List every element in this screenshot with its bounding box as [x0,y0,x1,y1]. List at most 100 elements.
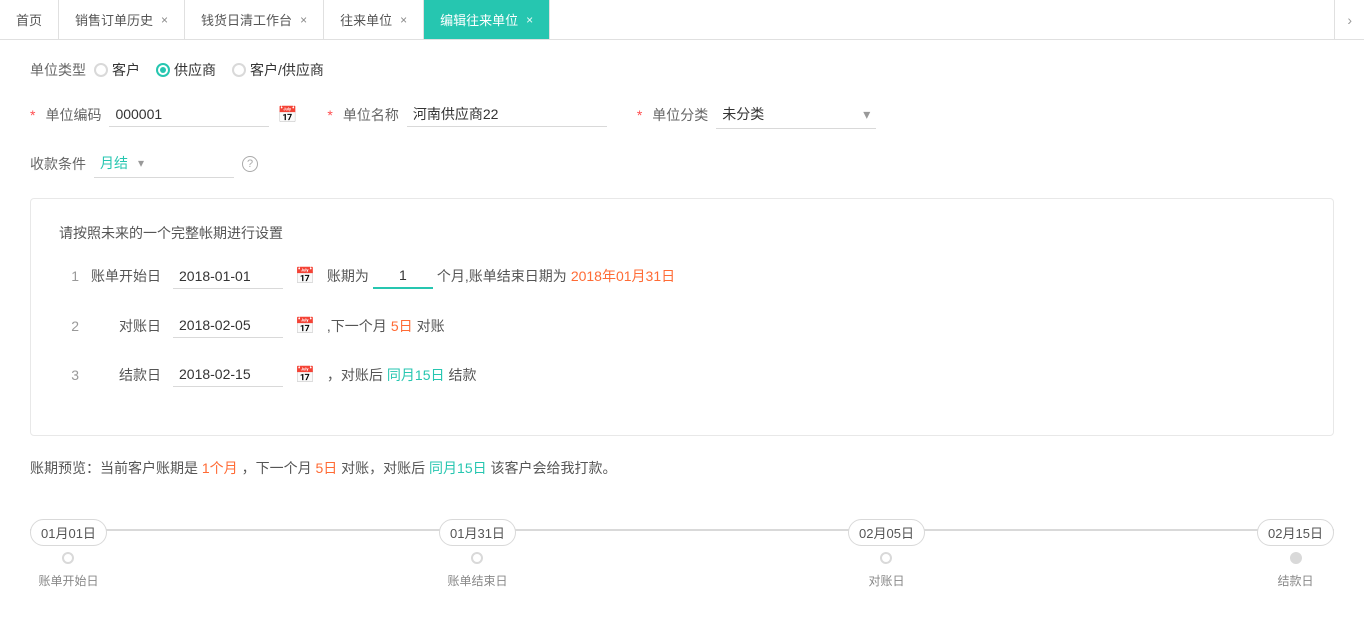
unit-info-row: * 单位编码 📅 * 单位名称 * 单位分类 未分类 ▾ [30,100,1334,129]
row-3-desc-prefix: ，对账后 [327,365,383,385]
radio-supplier-label: 供应商 [174,60,216,80]
tab-cash-work-label: 钱货日清工作台 [201,10,292,29]
timeline-dot-1 [471,552,483,564]
section-title: 请按照未来的一个完整帐期进行设置 [59,223,1305,243]
radio-supplier-circle [156,63,170,77]
radio-supplier[interactable]: 供应商 [156,60,216,80]
unit-code-label: 单位编码 [45,105,101,125]
unit-type-label: 单位类型 [30,60,86,80]
unit-name-label: 单位名称 [343,105,399,125]
row-3-desc-suffix: 结款 [449,365,477,385]
preview-part2: 5日 [315,460,337,476]
preview-suffix: 该客户会给我打款。 [491,460,617,476]
unit-code-star: * [30,107,35,123]
chevron-right-icon: › [1347,12,1352,28]
timeline-dot-0 [62,552,74,564]
payment-value: 月结 [100,153,128,173]
row-3-highlight: 同月15日 [387,365,445,385]
timeline-point-0: 01月01日 账单开始日 [30,519,107,589]
payment-help-icon[interactable]: ? [242,156,258,172]
timeline-name-2: 对账日 [868,572,904,589]
row-label-2: 对账日 [91,316,161,336]
tab-edit-partner[interactable]: 编辑往来单位 × [424,0,550,39]
unit-category-dropdown-icon: ▾ [863,106,870,123]
row-2-desc: ,下一个月 5日 对账 [327,316,445,336]
preview-mid1: ，下一个月 [242,460,312,476]
tab-sales-history[interactable]: 销售订单历史 × [59,0,185,39]
unit-name-star: * [327,107,332,123]
tabs-bar: 首页 销售订单历史 × 钱货日清工作台 × 往来单位 × 编辑往来单位 × › [0,0,1364,40]
row-num-3: 3 [59,367,79,383]
tab-edit-partner-close[interactable]: × [526,13,533,27]
row-1-desc-suffix: 个月,账单结束日期为 [437,266,567,286]
timeline-name-0: 账单开始日 [38,572,98,589]
timeline-badge-2: 02月05日 [848,519,925,546]
row-3-desc: ，对账后 同月15日 结款 [327,365,477,385]
start-date-calendar-icon[interactable]: 📅 [295,266,315,286]
row-label-3: 结款日 [91,365,161,385]
preview-text: 账期预览：当前客户账期是 1个月 ，下一个月 5日 对账，对账后 同月15日 该… [30,456,1334,481]
row-1-desc-prefix: 账期为 [327,266,369,286]
timeline-point-2: 02月05日 对账日 [848,519,925,589]
row-num-1: 1 [59,268,79,284]
reconcile-date-input[interactable] [173,313,283,338]
timeline-point-1: 01月31日 账单结束日 [439,519,516,589]
unit-code-input[interactable] [109,102,269,127]
unit-code-calendar-icon[interactable]: 📅 [277,105,297,125]
tab-sales-history-label: 销售订单历史 [75,10,153,29]
preview-mid2: 对账，对账后 [341,460,425,476]
tab-home-label: 首页 [16,10,42,29]
row-1-highlight: 2018年01月31日 [571,266,675,286]
timeline-point-3: 02月15日 结款日 [1257,519,1334,589]
radio-customer-circle [94,63,108,77]
timeline-dot-2 [880,552,892,564]
payment-date-input[interactable] [173,362,283,387]
tab-partner[interactable]: 往来单位 × [324,0,424,39]
radio-customer-label: 客户 [112,60,140,80]
preview-prefix: 账期预览：当前客户账期是 [30,460,198,476]
settings-section: 请按照未来的一个完整帐期进行设置 1 账单开始日 📅 账期为 个月,账单结束日期… [30,198,1334,436]
reconcile-date-calendar-icon[interactable]: 📅 [295,316,315,336]
unit-name-group: * 单位名称 [327,102,606,127]
payment-select[interactable]: 月结 ▾ [94,149,234,178]
preview-part3: 同月15日 [429,460,487,476]
start-date-input[interactable] [173,264,283,289]
setting-row-1: 1 账单开始日 📅 账期为 个月,账单结束日期为 2018年01月31日 [59,263,1305,289]
payment-row: 收款条件 月结 ▾ ? [30,149,1334,178]
unit-category-label: 单位分类 [652,105,708,125]
row-2-desc-suffix: 对账 [417,316,445,336]
timeline-badge-3: 02月15日 [1257,519,1334,546]
tab-partner-close[interactable]: × [400,13,407,27]
tab-edit-partner-label: 编辑往来单位 [440,10,518,29]
timeline-badge-1: 01月31日 [439,519,516,546]
unit-category-value: 未分类 [722,104,764,124]
setting-row-2: 2 对账日 📅 ,下一个月 5日 对账 [59,313,1305,338]
tab-sales-history-close[interactable]: × [161,13,168,27]
row-2-desc-prefix: ,下一个月 [327,316,387,336]
tab-cash-work[interactable]: 钱货日清工作台 × [185,0,324,39]
radio-customer[interactable]: 客户 [94,60,140,80]
tab-partner-label: 往来单位 [340,10,392,29]
period-input[interactable] [373,263,433,289]
unit-category-group: * 单位分类 未分类 ▾ [637,100,876,129]
row-label-1: 账单开始日 [91,266,161,286]
payment-date-calendar-icon[interactable]: 📅 [295,365,315,385]
tabs-scroll-right[interactable]: › [1334,0,1364,39]
timeline-dot-3 [1290,552,1302,564]
unit-category-select[interactable]: 未分类 ▾ [716,100,876,129]
timeline: 01月01日 账单开始日 01月31日 账单结束日 02月05日 对账日 02月… [30,509,1334,619]
radio-both-label: 客户/供应商 [250,60,324,80]
payment-dropdown-icon: ▾ [138,156,144,170]
radio-both[interactable]: 客户/供应商 [232,60,324,80]
unit-type-group: 单位类型 客户 供应商 客户/供应商 [30,60,324,80]
setting-row-3: 3 结款日 📅 ，对账后 同月15日 结款 [59,362,1305,387]
tab-cash-work-close[interactable]: × [300,13,307,27]
row-2-highlight: 5日 [391,316,413,336]
tab-home[interactable]: 首页 [0,0,59,39]
unit-category-star: * [637,107,642,123]
row-num-2: 2 [59,318,79,334]
unit-code-group: * 单位编码 📅 [30,102,297,127]
unit-name-input[interactable] [407,102,607,127]
main-content: 单位类型 客户 供应商 客户/供应商 * 单位编码 [0,40,1364,639]
unit-type-radios: 客户 供应商 客户/供应商 [94,60,324,80]
